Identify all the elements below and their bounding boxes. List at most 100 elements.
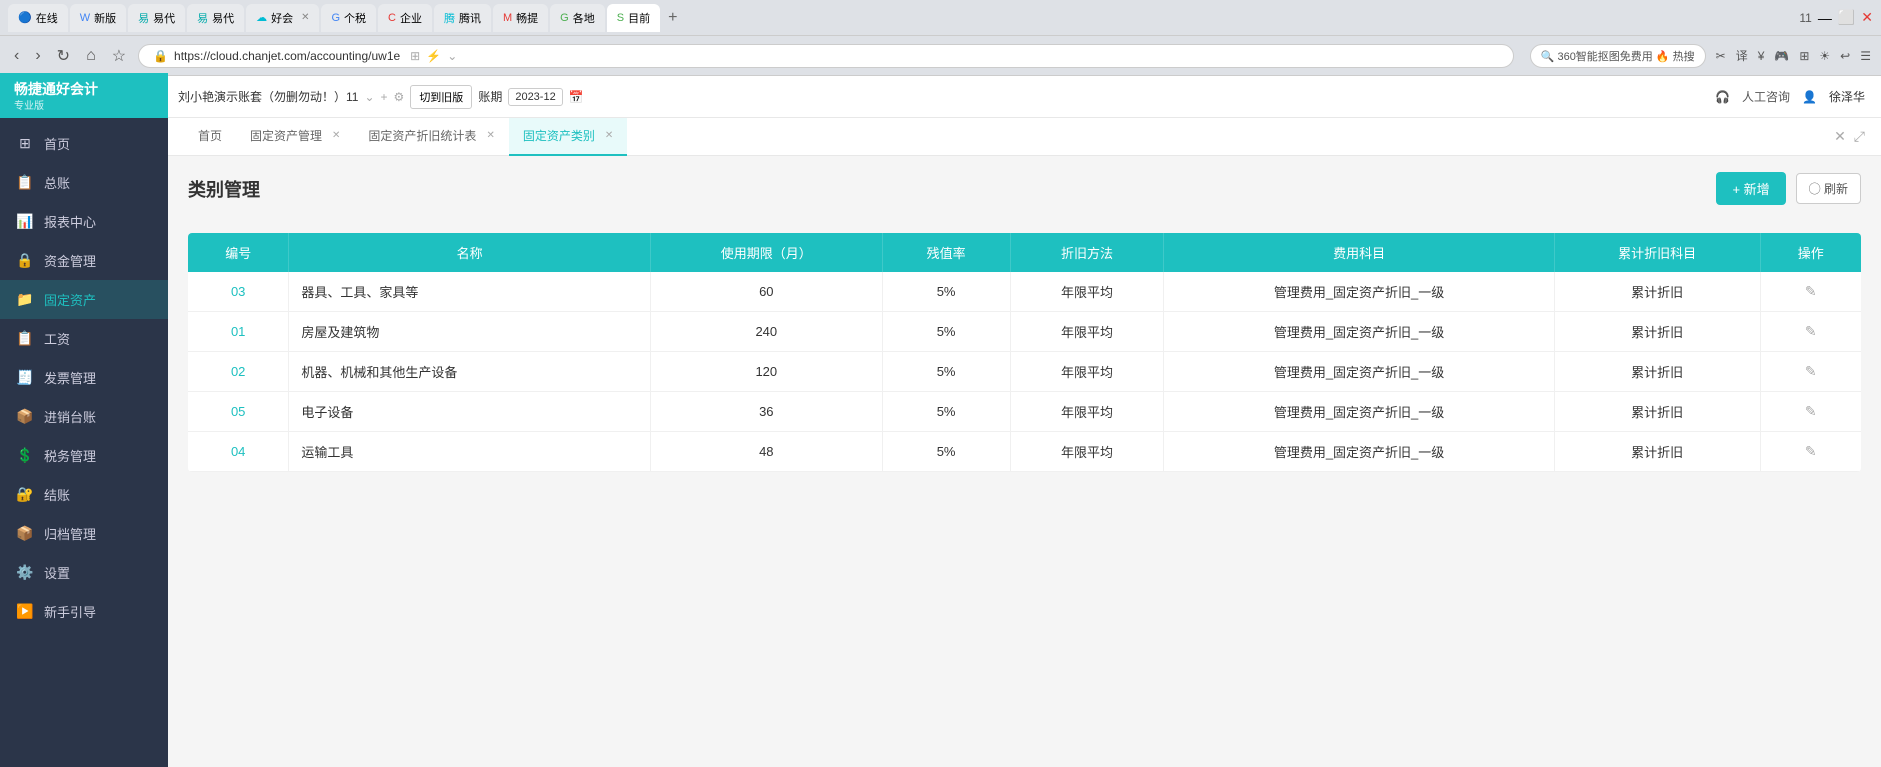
tab-close-all-icon[interactable]: ✕ — [1834, 128, 1846, 145]
settings-gear-icon[interactable]: ⚙ — [394, 90, 405, 104]
sidebar-item-salary[interactable]: 📋 工资 — [0, 319, 168, 358]
sidebar-item-close[interactable]: 🔐 结账 — [0, 475, 168, 514]
cell-action-2: ✎ — [1760, 352, 1861, 392]
edit-button-1[interactable]: ✎ — [1805, 323, 1817, 339]
archive-icon: 📦 — [16, 525, 34, 542]
tab-depreciation-label: 固定资产折旧统计表 — [368, 127, 476, 144]
address-bar[interactable]: 🔒 https://cloud.chanjet.com/accounting/u… — [138, 44, 1514, 68]
browser-tab-4-close[interactable]: ✕ — [301, 12, 309, 23]
tab-fixed-assets[interactable]: 固定资产管理 ✕ — [236, 118, 354, 156]
add-account-button[interactable]: + — [381, 90, 388, 104]
account-dropdown[interactable]: ⌄ — [364, 90, 374, 104]
consult-label[interactable]: 人工咨询 — [1742, 88, 1790, 105]
tab-actions: ✕ ⤢ — [1834, 128, 1865, 145]
browser-tab-9[interactable]: G各地 — [550, 4, 605, 32]
back-button[interactable]: ‹ — [10, 43, 23, 69]
brightness-icon[interactable]: ☀ — [1819, 49, 1830, 63]
calendar-icon[interactable]: 📅 — [569, 90, 584, 104]
cell-id-2: 02 — [188, 352, 289, 392]
tab-category-close[interactable]: ✕ — [605, 130, 613, 141]
scissors-icon[interactable]: ✂ — [1716, 49, 1726, 63]
sidebar-item-report[interactable]: 📊 报表中心 — [0, 202, 168, 241]
edit-button-4[interactable]: ✎ — [1805, 443, 1817, 459]
cell-period-0: 60 — [650, 272, 882, 312]
row-id-link-2[interactable]: 02 — [231, 364, 245, 379]
maximize-button[interactable]: ⬜ — [1838, 9, 1855, 26]
col-period: 使用期限（月） — [650, 233, 882, 272]
main-layout: ⊞ 首页 📋 总账 📊 报表中心 🔒 资金管理 📁 固定资产 📋 工资 — [0, 118, 1881, 767]
sidebar-item-invoice-label: 发票管理 — [44, 368, 96, 387]
fund-icon: 🔒 — [16, 252, 34, 269]
new-tab-button[interactable]: + — [662, 9, 683, 27]
tab-depreciation[interactable]: 固定资产折旧统计表 ✕ — [354, 118, 508, 156]
edit-button-3[interactable]: ✎ — [1805, 403, 1817, 419]
sidebar-item-archive[interactable]: 📦 归档管理 — [0, 514, 168, 553]
sidebar-item-home[interactable]: ⊞ 首页 — [0, 124, 168, 163]
reload-button[interactable]: ↻ — [53, 42, 74, 70]
bookmark-button[interactable]: ☆ — [108, 42, 130, 70]
browser-tab-7[interactable]: 腾腾讯 — [434, 4, 491, 32]
row-id-link-3[interactable]: 05 — [231, 404, 245, 419]
cell-action-0: ✎ — [1760, 272, 1861, 312]
browser-tab-2[interactable]: 易易代 — [128, 4, 185, 32]
sidebar-item-tax[interactable]: 💲 税务管理 — [0, 436, 168, 475]
browser-tab-8[interactable]: M畅提 — [493, 4, 548, 32]
tab-category[interactable]: 固定资产类别 ✕ — [509, 118, 627, 156]
browser-tab-3[interactable]: 易易代 — [187, 4, 244, 32]
edit-button-0[interactable]: ✎ — [1805, 283, 1817, 299]
currency-icon[interactable]: ¥ — [1758, 49, 1765, 63]
sidebar-menu: ⊞ 首页 📋 总账 📊 报表中心 🔒 资金管理 📁 固定资产 📋 工资 — [0, 118, 168, 767]
col-name: 名称 — [289, 233, 651, 272]
row-id-link-4[interactable]: 04 — [231, 444, 245, 459]
sidebar-item-fund[interactable]: 🔒 资金管理 — [0, 241, 168, 280]
browser-tab-0[interactable]: 🔵在线 — [8, 4, 68, 32]
tab-depreciation-close[interactable]: ✕ — [486, 130, 494, 141]
minimize-button[interactable]: — — [1818, 10, 1832, 26]
table-row: 01 房屋及建筑物 240 5% 年限平均 管理费用_固定资产折旧_一级 累计折… — [188, 312, 1861, 352]
sidebar-item-invoice[interactable]: 🧾 发票管理 — [0, 358, 168, 397]
search-bar[interactable]: 🔍 360智能抠图免费用 🔥 热搜 — [1530, 44, 1706, 68]
col-residual: 残值率 — [882, 233, 1010, 272]
consult-icon: 🎧 — [1715, 90, 1730, 104]
sidebar-item-ledger[interactable]: 📋 总账 — [0, 163, 168, 202]
sidebar-item-guide[interactable]: ▶️ 新手引导 — [0, 592, 168, 631]
page-title: 类别管理 — [188, 176, 260, 202]
cell-method-1: 年限平均 — [1010, 312, 1164, 352]
cell-period-1: 240 — [650, 312, 882, 352]
home-button[interactable]: ⌂ — [82, 43, 100, 69]
col-method: 折旧方法 — [1010, 233, 1164, 272]
menu-icon[interactable]: ☰ — [1860, 49, 1871, 63]
sidebar-item-fixed[interactable]: 📁 固定资产 — [0, 280, 168, 319]
cell-name-4: 运输工具 — [289, 432, 651, 472]
tab-home[interactable]: 首页 — [184, 118, 236, 156]
add-button[interactable]: + 新增 — [1716, 172, 1785, 205]
sidebar-item-fund-label: 资金管理 — [44, 251, 96, 270]
url-display: https://cloud.chanjet.com/accounting/uw1… — [174, 49, 400, 63]
sidebar-item-settings[interactable]: ⚙️ 设置 — [0, 553, 168, 592]
tab-expand-icon[interactable]: ⤢ — [1854, 128, 1865, 145]
browser-tab-1[interactable]: W新版 — [70, 4, 126, 32]
row-id-link-1[interactable]: 01 — [231, 324, 245, 339]
browser-tab-6[interactable]: C企业 — [378, 4, 432, 32]
tab-fixed-assets-close[interactable]: ✕ — [332, 130, 340, 141]
refresh-button[interactable]: ◯ 刷新 — [1796, 173, 1861, 204]
sidebar-item-ledger-label: 总账 — [44, 173, 70, 192]
table-row: 03 器具、工具、家具等 60 5% 年限平均 管理费用_固定资产折旧_一级 累… — [188, 272, 1861, 312]
browser-tab-4[interactable]: ☁好会 ✕ — [246, 4, 319, 32]
invoice-icon: 🧾 — [16, 369, 34, 386]
row-id-link-0[interactable]: 03 — [231, 284, 245, 299]
app-logo: 畅捷通好会计 专业版 — [0, 73, 168, 121]
edit-button-2[interactable]: ✎ — [1805, 363, 1817, 379]
sidebar-item-report-label: 报表中心 — [44, 212, 96, 231]
undo-icon[interactable]: ↩ — [1840, 49, 1850, 63]
grid-icon[interactable]: ⊞ — [1799, 49, 1809, 63]
col-id: 编号 — [188, 233, 289, 272]
browser-tab-5[interactable]: G个税 — [321, 4, 376, 32]
close-button[interactable]: ✕ — [1861, 9, 1873, 26]
translate-icon[interactable]: 译 — [1736, 47, 1748, 64]
sidebar-item-inventory[interactable]: 📦 进销台账 — [0, 397, 168, 436]
game-icon[interactable]: 🎮 — [1774, 49, 1789, 63]
forward-button[interactable]: › — [31, 43, 44, 69]
switch-version-button[interactable]: 切到旧版 — [410, 85, 472, 109]
browser-tab-10[interactable]: S目前 — [607, 4, 660, 32]
